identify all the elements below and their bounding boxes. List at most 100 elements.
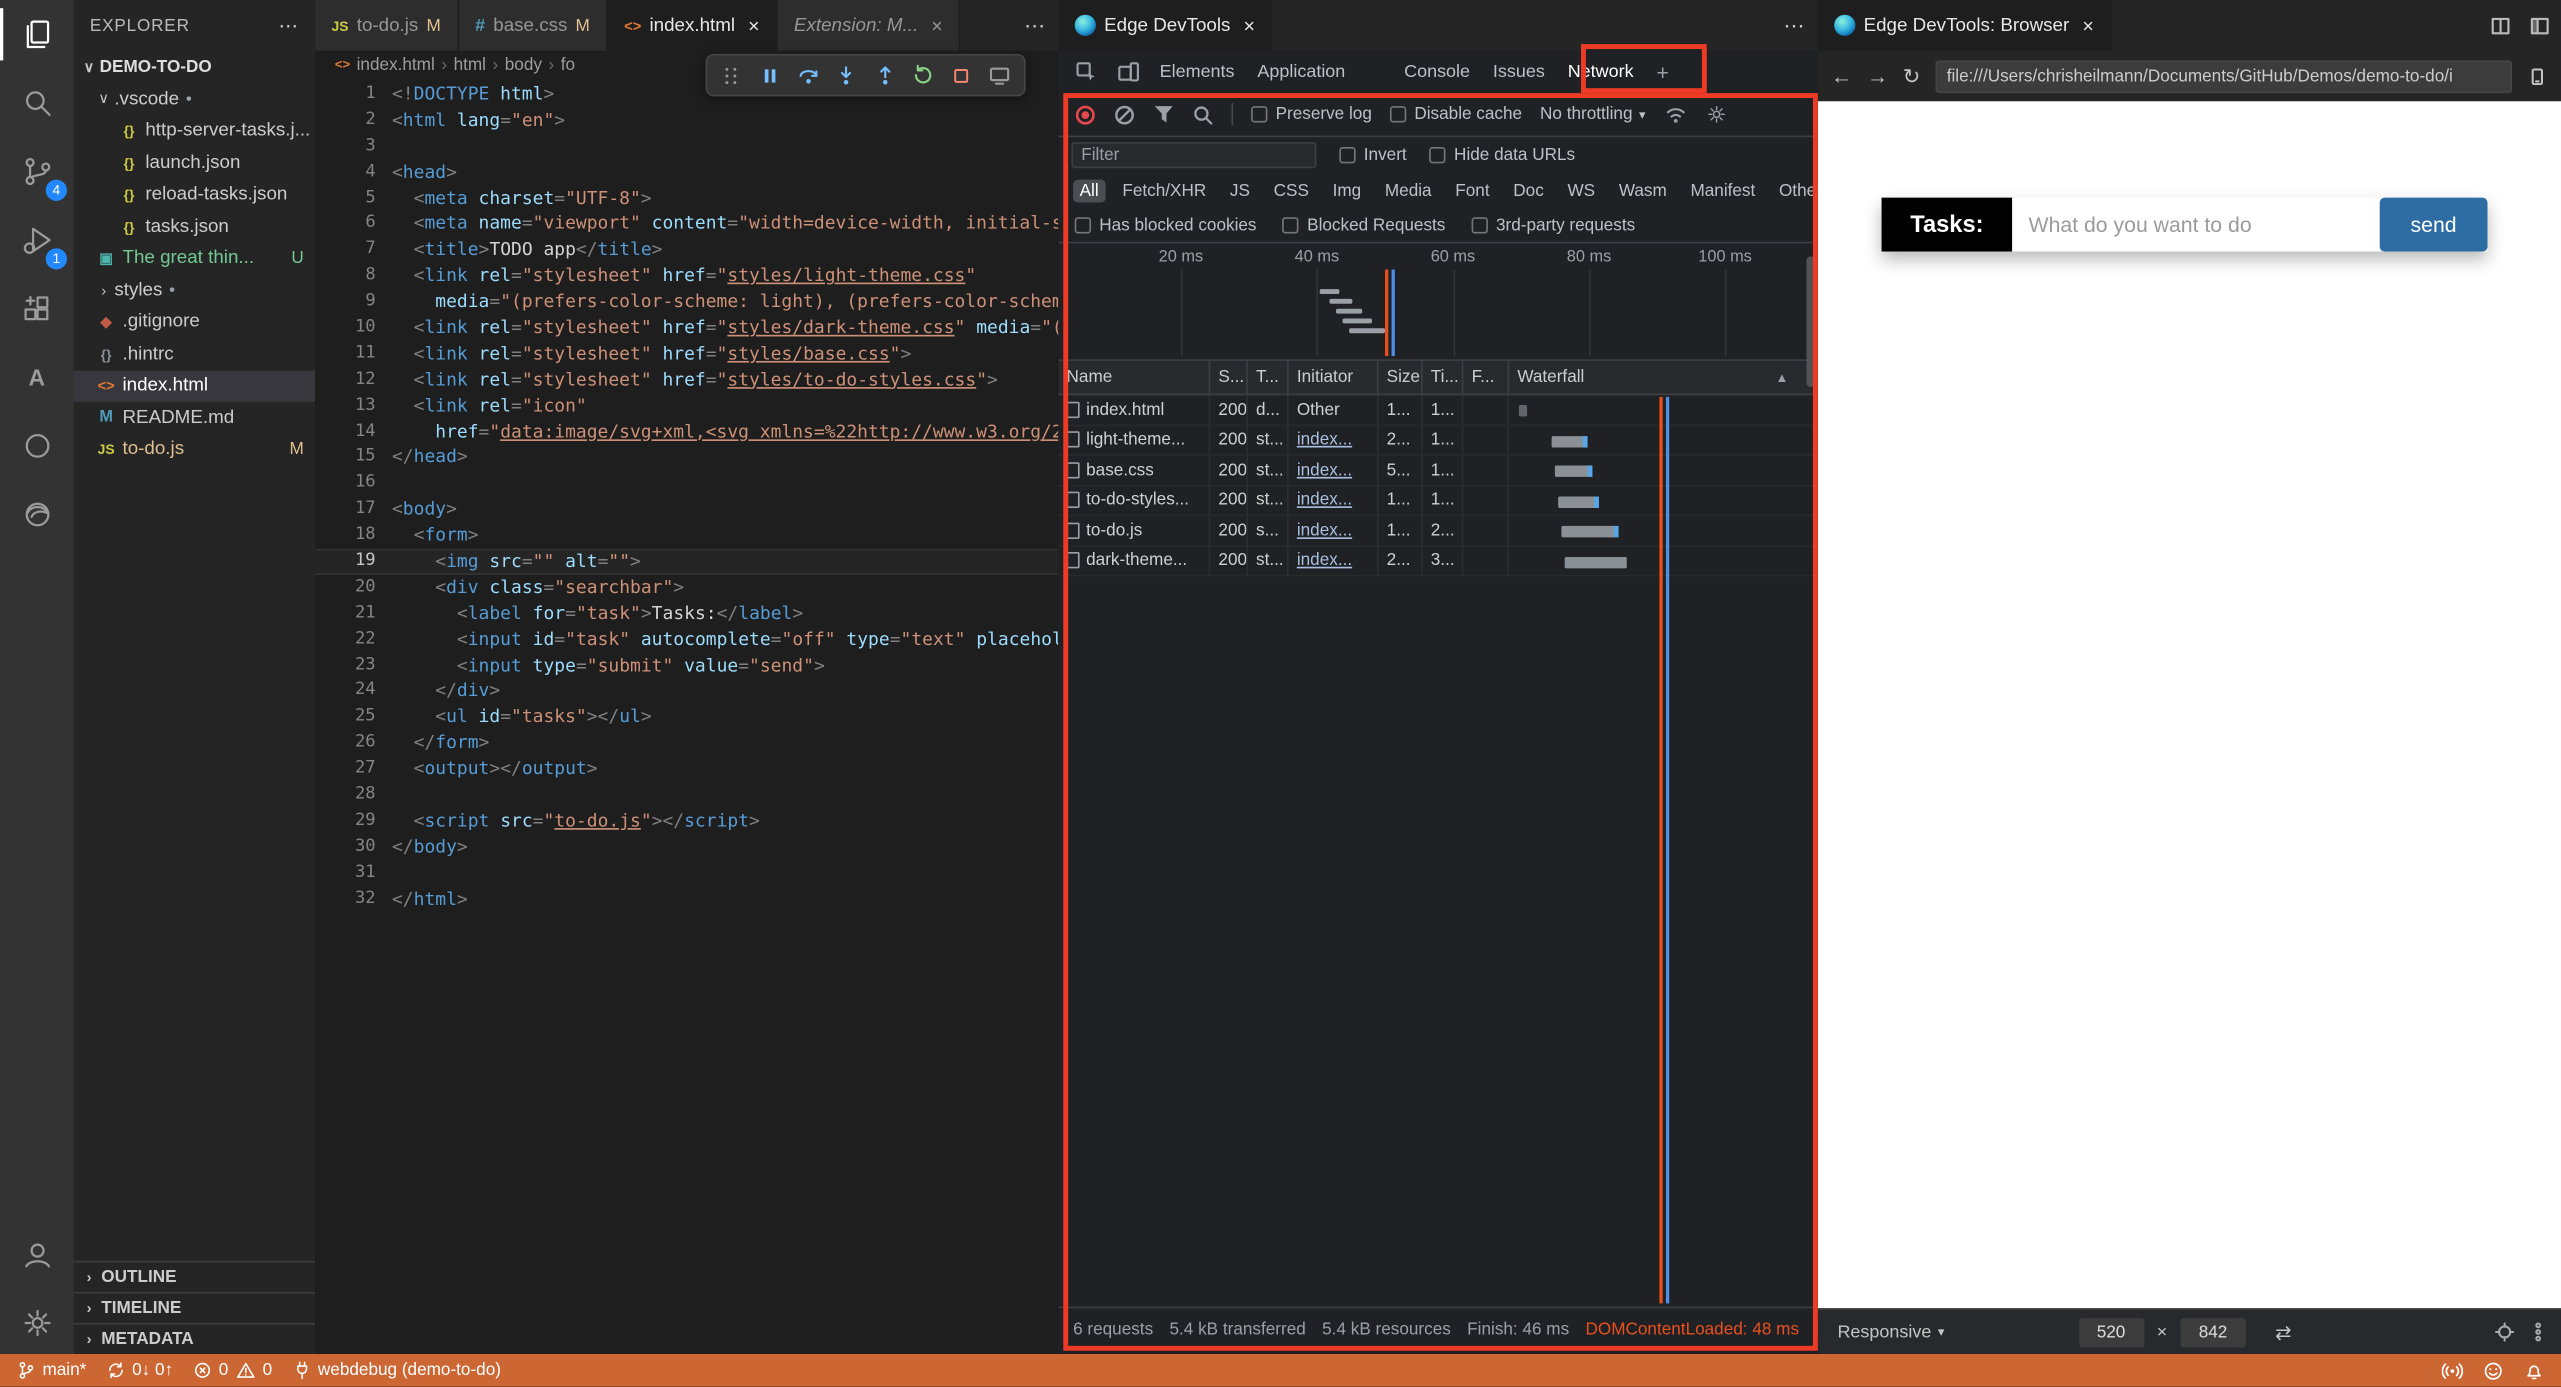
- filter-funnel-icon[interactable]: [1153, 105, 1174, 125]
- code-line[interactable]: 30 </body>: [315, 834, 1058, 860]
- editor-more-icon[interactable]: ⋯: [1024, 0, 1045, 51]
- notifications-bell-icon[interactable]: [2523, 1360, 2544, 1381]
- extensions-activity-icon[interactable]: [0, 287, 73, 329]
- device-toolbar-icon[interactable]: [1117, 60, 1140, 83]
- back-icon[interactable]: ←: [1831, 64, 1852, 88]
- send-button[interactable]: send: [2379, 197, 2488, 252]
- close-icon[interactable]: ×: [2082, 14, 2093, 37]
- broadcast-icon[interactable]: [2441, 1360, 2464, 1381]
- record-button[interactable]: [1075, 104, 1096, 125]
- code-line[interactable]: 5 <meta charset="UTF-8">: [315, 185, 1058, 211]
- device-width-input[interactable]: 520: [2078, 1317, 2144, 1347]
- network-request-row-index-html[interactable]: index.html 200 d... Other 1... 1...: [1058, 395, 1818, 426]
- explorer-item-reload-tasks-json[interactable]: {} reload-tasks.json: [73, 179, 315, 211]
- add-tool-tab-button[interactable]: +: [1656, 60, 1668, 84]
- branch-item[interactable]: main*: [16, 1361, 86, 1380]
- step-into-icon[interactable]: [829, 59, 863, 92]
- code-line[interactable]: 11 <link rel="stylesheet" href="styles/b…: [315, 341, 1058, 367]
- tab-edge-devtools-browser[interactable]: Edge DevTools: Browser ×: [1817, 0, 2112, 51]
- close-icon[interactable]: ×: [748, 14, 759, 37]
- column-header-initiator[interactable]: Initiator: [1289, 360, 1379, 394]
- task-input[interactable]: [2012, 197, 2380, 252]
- run-debug-activity-icon[interactable]: 1: [0, 219, 73, 270]
- editor-tab-extension-m[interactable]: Extension: M... ×: [777, 0, 961, 51]
- preserve-log-checkbox[interactable]: Preserve log: [1251, 105, 1372, 124]
- code-line[interactable]: 19 <img src="" alt="">: [315, 549, 1058, 575]
- code-line[interactable]: 15 </head>: [315, 445, 1058, 471]
- network-request-row-dark-theme[interactable]: dark-theme... 200 st... index... 2... 3...: [1058, 546, 1818, 577]
- close-icon[interactable]: ×: [931, 14, 942, 37]
- inspect-crosshair-icon[interactable]: [2494, 1321, 2515, 1342]
- cell-init[interactable]: index...: [1289, 455, 1379, 485]
- code-line[interactable]: 6 <meta name="viewport" content="width=d…: [315, 211, 1058, 237]
- url-input[interactable]: [1935, 59, 2512, 93]
- code-line[interactable]: 24 </div>: [315, 679, 1058, 705]
- tab-edge-devtools[interactable]: Edge DevTools ×: [1058, 0, 1273, 51]
- explorer-item-http-server-tasks-j[interactable]: {} http-server-tasks.j...: [73, 115, 315, 147]
- device-height-input[interactable]: 842: [2180, 1317, 2246, 1347]
- filter-chip-ws[interactable]: WS: [1561, 179, 1602, 202]
- problems-item[interactable]: 0 0: [193, 1361, 272, 1380]
- stop-icon[interactable]: [944, 59, 978, 92]
- explorer-more-icon[interactable]: ⋯: [278, 14, 298, 37]
- filter-chip-media[interactable]: Media: [1378, 179, 1438, 202]
- filter-chip-all[interactable]: All: [1073, 178, 1106, 202]
- search-activity-icon[interactable]: [0, 82, 73, 124]
- code-line[interactable]: 4 <head>: [315, 160, 1058, 186]
- code-line[interactable]: 32 </html>: [315, 886, 1058, 912]
- cell-init[interactable]: index...: [1289, 546, 1379, 575]
- network-conditions-icon[interactable]: [1664, 104, 1687, 125]
- sort-asc-icon[interactable]: ▲: [1776, 370, 1789, 385]
- feedback-smiley-icon[interactable]: [2483, 1360, 2504, 1381]
- code-line[interactable]: 2 <html lang="en">: [315, 108, 1058, 134]
- filter-chip-css[interactable]: CSS: [1267, 179, 1315, 202]
- split-editor-icon[interactable]: [2489, 14, 2512, 37]
- step-out-icon[interactable]: [868, 59, 902, 92]
- clear-icon[interactable]: [1114, 104, 1135, 125]
- checkbox-3rd-party-requests[interactable]: 3rd-party requests: [1471, 215, 1635, 234]
- explorer-root-folder[interactable]: ∨ DEMO-TO-DO: [73, 51, 315, 84]
- tool-tab-issues[interactable]: Issues: [1493, 62, 1545, 82]
- code-line[interactable]: 13 <link rel="icon": [315, 393, 1058, 419]
- filter-chip-doc[interactable]: Doc: [1507, 179, 1551, 202]
- accessibility-extension-icon[interactable]: A: [0, 356, 73, 398]
- code-line[interactable]: 10 <link rel="stylesheet" href="styles/d…: [315, 315, 1058, 341]
- settings-gear-icon[interactable]: [0, 1302, 73, 1344]
- settings-gear-icon[interactable]: [1704, 103, 1727, 126]
- tool-tab-network[interactable]: Network: [1568, 62, 1634, 82]
- code-line[interactable]: 20 <div class="searchbar">: [315, 575, 1058, 601]
- explorer-item-readme-md[interactable]: M README.md: [73, 402, 315, 434]
- column-header-size[interactable]: Size: [1378, 360, 1423, 394]
- code-line[interactable]: 23 <input type="submit" value="send">: [315, 653, 1058, 679]
- reload-icon[interactable]: ↻: [1903, 63, 1921, 89]
- code-line[interactable]: 27 <output></output>: [315, 756, 1058, 782]
- invert-checkbox[interactable]: Invert: [1339, 145, 1407, 165]
- cell-init[interactable]: index...: [1289, 516, 1379, 545]
- explorer-item-index-html[interactable]: <> index.html: [73, 369, 316, 402]
- column-header-name[interactable]: Name: [1058, 360, 1211, 394]
- network-request-row-light-theme[interactable]: light-theme... 200 st... index... 2... 1...: [1058, 425, 1818, 456]
- restart-icon[interactable]: [906, 59, 940, 92]
- inspect-icon[interactable]: [1075, 60, 1098, 83]
- debug-session-item[interactable]: webdebug (demo-to-do): [292, 1361, 501, 1380]
- network-request-row-base-css[interactable]: base.css 200 st... index... 5... 1...: [1058, 455, 1818, 486]
- explorer-item-the-great-thin[interactable]: ▣ The great thin... U: [73, 243, 315, 275]
- code-line[interactable]: 17 <body>: [315, 497, 1058, 523]
- responsive-dropdown[interactable]: Responsive ▾: [1837, 1322, 1944, 1342]
- code-line[interactable]: 18 <form>: [315, 523, 1058, 549]
- code-line[interactable]: 9 media="(prefers-color-scheme: light), …: [315, 289, 1058, 315]
- explorer-item-to-do-js[interactable]: JS to-do.js M: [73, 434, 315, 466]
- cell-init[interactable]: index...: [1289, 485, 1379, 515]
- more-vertical-icon[interactable]: [2535, 1321, 2542, 1342]
- explorer-item-gitignore[interactable]: ◆ .gitignore: [73, 306, 315, 338]
- code-line[interactable]: 21 <label for="task">Tasks:</label>: [315, 601, 1058, 627]
- code-line[interactable]: 26 </form>: [315, 731, 1058, 757]
- devtools-more-icon[interactable]: ⋯: [1784, 0, 1805, 51]
- close-icon[interactable]: ×: [1244, 14, 1255, 37]
- network-overview[interactable]: 20 ms 40 ms 60 ms 80 ms 100 ms: [1058, 243, 1818, 361]
- explorer-item-styles[interactable]: › styles ●: [73, 274, 315, 306]
- explorer-item-tasks-json[interactable]: {} tasks.json: [73, 211, 315, 243]
- forward-icon[interactable]: →: [1867, 64, 1888, 88]
- pause-icon[interactable]: [753, 59, 787, 92]
- layout-icon[interactable]: [2528, 14, 2551, 37]
